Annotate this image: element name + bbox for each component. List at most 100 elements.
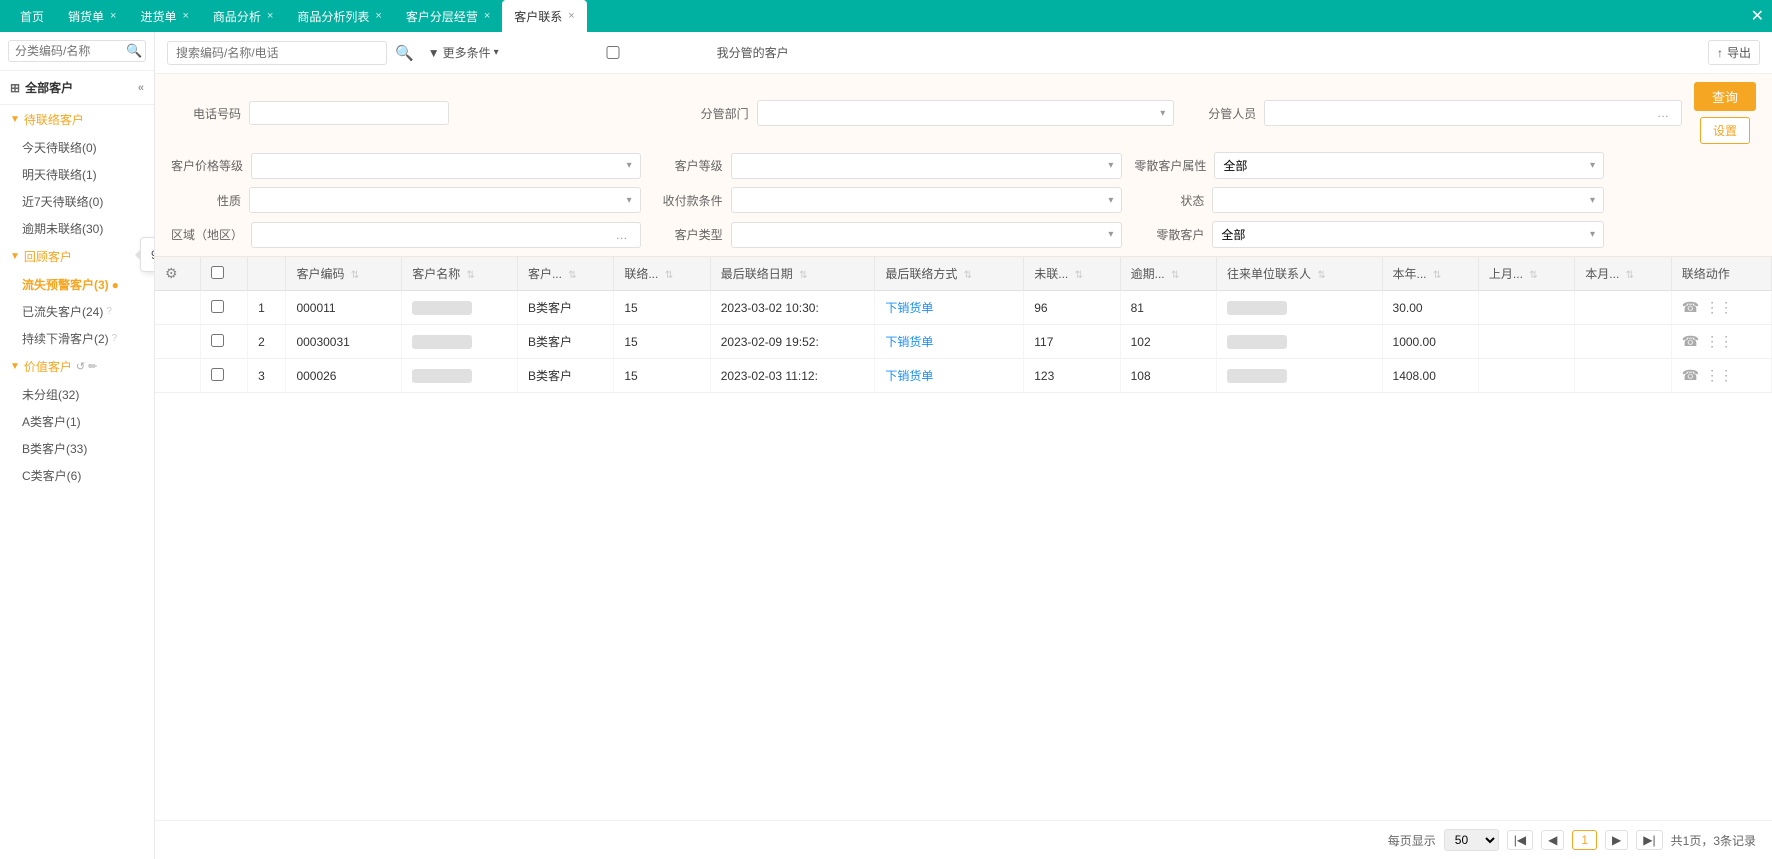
row-checkbox-0[interactable] <box>211 300 224 313</box>
export-button[interactable]: ↑ 导出 <box>1708 40 1760 65</box>
phone-input[interactable] <box>249 101 449 125</box>
data-table-wrapper: ⚙ 客户编码 ⇅ 客户名称 ⇅ <box>155 257 1772 820</box>
tab-close-customer-tier[interactable]: × <box>484 10 490 22</box>
search-button[interactable]: 🔍 <box>395 44 414 62</box>
section-value-customers[interactable]: ▼ 价值客户 ↺ ✏ <box>0 352 154 381</box>
sidebar-item-ungrouped[interactable]: 未分组(32) <box>0 381 154 408</box>
row-checkbox-1[interactable] <box>211 334 224 347</box>
export-icon: ↑ <box>1717 46 1723 60</box>
contact-method-link-2[interactable]: 下销货单 <box>885 369 933 383</box>
tab-close-purchase-order[interactable]: × <box>182 10 188 22</box>
contact-method-link-1[interactable]: 下销货单 <box>885 335 933 349</box>
customer-type-select[interactable]: ▾ <box>731 222 1123 248</box>
contact-action-icon-1[interactable]: ☎ <box>1682 333 1699 350</box>
my-customers-checkbox-label[interactable]: 我分管的客户 <box>513 44 789 61</box>
query-button[interactable]: 查询 <box>1694 82 1756 111</box>
tab-home[interactable]: 首页 <box>8 0 56 32</box>
more-action-icon-0[interactable]: ⋮⋮ <box>1705 299 1733 316</box>
overdue-sort-icon[interactable]: ⇅ <box>1171 270 1179 281</box>
more-conditions-button[interactable]: ▼ 更多条件 ▾ <box>422 41 505 64</box>
last-page-button[interactable]: ▶| <box>1636 830 1662 850</box>
last-month-sort-icon[interactable]: ⇅ <box>1529 270 1537 281</box>
gender-select[interactable]: ▾ <box>249 187 641 213</box>
refresh-icon[interactable]: ↺ <box>76 360 85 373</box>
code-col-header: 客户编码 ⇅ <box>286 257 402 291</box>
tab-close-customer-contact[interactable]: × <box>568 10 574 22</box>
level-cell-2: B类客户 <box>517 359 613 393</box>
my-customers-checkbox[interactable] <box>513 46 713 59</box>
filter-settings-button[interactable]: 设置 <box>1700 117 1750 144</box>
contact-action-icon-0[interactable]: ☎ <box>1682 299 1699 316</box>
status-select[interactable]: ▾ <box>1212 187 1604 213</box>
tab-sales-order[interactable]: 销货单 × <box>56 0 128 32</box>
prev-page-button[interactable]: ◀ <box>1541 830 1564 850</box>
more-action-icon-2[interactable]: ⋮⋮ <box>1705 367 1733 384</box>
sidebar-item-class-a[interactable]: A类客户(1) <box>0 408 154 435</box>
search-bar: 🔍 ▼ 更多条件 ▾ 我分管的客户 ↑ 导出 <box>155 32 1772 74</box>
overdue-cell-2: 108 <box>1120 359 1216 393</box>
tab-close-sales-order[interactable]: × <box>110 10 116 22</box>
price-level-select[interactable]: ▾ <box>251 153 641 179</box>
per-page-select[interactable]: 50 100 <box>1444 829 1499 851</box>
level-col-header: 客户... ⇅ <box>517 257 613 291</box>
sidebar-item-7days-contact[interactable]: 近7天待联络(0) <box>0 188 154 215</box>
tab-close-product-analysis[interactable]: × <box>267 10 273 22</box>
search-input[interactable] <box>167 41 387 65</box>
unit-contact-cell-0 <box>1217 291 1383 325</box>
sidebar-item-class-c[interactable]: C类客户(6) <box>0 462 154 489</box>
last-date-sort-icon[interactable]: ⇅ <box>799 270 807 281</box>
level-sort-icon[interactable]: ⇅ <box>568 270 576 281</box>
unit-contact-sort-icon[interactable]: ⇅ <box>1317 270 1325 281</box>
tab-customer-tier[interactable]: 客户分层经营 × <box>394 0 502 32</box>
this-month-sort-icon[interactable]: ⇅ <box>1626 270 1634 281</box>
tab-product-analysis[interactable]: 商品分析 × <box>201 0 285 32</box>
first-page-button[interactable]: |◀ <box>1507 830 1533 850</box>
payment-select[interactable]: ▾ <box>731 187 1123 213</box>
person-dots[interactable]: … <box>1653 106 1673 120</box>
zero-retail-field: 零散客户 全部 ▾ <box>1134 221 1604 248</box>
edit-icon[interactable]: ✏ <box>88 360 97 373</box>
row-checkbox-2[interactable] <box>211 368 224 381</box>
contact-sort-icon[interactable]: ⇅ <box>665 270 673 281</box>
tab-purchase-order[interactable]: 进货单 × <box>128 0 200 32</box>
action-col-header: 联络动作 <box>1671 257 1771 291</box>
close-window-button[interactable]: ✕ <box>1751 6 1764 26</box>
sidebar-item-overdue-contact[interactable]: 逾期未联络(30) <box>0 215 154 242</box>
customer-level-select[interactable]: ▾ <box>731 153 1123 179</box>
more-action-icon-1[interactable]: ⋮⋮ <box>1705 333 1733 350</box>
contact-method-link-0[interactable]: 下销货单 <box>885 301 933 315</box>
last-method-sort-icon[interactable]: ⇅ <box>964 270 972 281</box>
arrow-down-icon: ▼ <box>10 251 20 262</box>
person-select[interactable]: … <box>1264 100 1682 126</box>
next-page-button[interactable]: ▶ <box>1605 830 1628 850</box>
area-dots[interactable]: … <box>612 228 632 242</box>
sidebar-item-tomorrow-contact[interactable]: 明天待联络(1) <box>0 161 154 188</box>
sidebar-item-churn-warning[interactable]: 流失预警客户(3) ● <box>0 271 154 298</box>
select-all-checkbox[interactable] <box>211 266 224 279</box>
tab-close-product-analysis-list[interactable]: × <box>375 10 381 22</box>
sidebar-item-declining[interactable]: 持续下滑客户(2) ? <box>0 325 154 352</box>
table-settings-icon[interactable]: ⚙ <box>165 265 178 281</box>
sidebar-item-churned[interactable]: 已流失客户(24) ? <box>0 298 154 325</box>
code-sort-icon[interactable]: ⇅ <box>351 270 359 281</box>
gender-arrow: ▾ <box>627 195 632 206</box>
section-review-customers[interactable]: ▼ 回顾客户 <box>0 242 154 271</box>
all-customers-item[interactable]: ⊞ 全部客户 « <box>0 71 154 105</box>
gender-field: 性质 ▾ <box>171 187 641 213</box>
zero-retail-select[interactable]: 全部 ▾ <box>1212 221 1604 248</box>
chevron-down-icon: ▾ <box>494 47 499 58</box>
tab-product-analysis-list[interactable]: 商品分析列表 × <box>285 0 393 32</box>
uncontacted-cell-0: 96 <box>1024 291 1120 325</box>
sidebar-item-class-b[interactable]: B类客户(33) <box>0 435 154 462</box>
sidebar-item-today-contact[interactable]: 今天待联络(0) <box>0 134 154 161</box>
name-sort-icon[interactable]: ⇅ <box>467 270 475 281</box>
contact-action-icon-2[interactable]: ☎ <box>1682 367 1699 384</box>
area-select[interactable]: … <box>251 222 641 248</box>
zero-retail-attr-select[interactable]: 全部 ▾ <box>1214 152 1604 179</box>
table-row: 2 00030031 B类客户 15 2023-02-09 19:52: 下销货… <box>155 325 1772 359</box>
this-year-sort-icon[interactable]: ⇅ <box>1433 270 1441 281</box>
tab-customer-contact[interactable]: 客户联系 × <box>502 0 586 32</box>
dept-select[interactable]: ▾ <box>757 100 1175 126</box>
uncontacted-sort-icon[interactable]: ⇅ <box>1075 270 1083 281</box>
section-pending-contact[interactable]: ▼ 待联络客户 <box>0 105 154 134</box>
